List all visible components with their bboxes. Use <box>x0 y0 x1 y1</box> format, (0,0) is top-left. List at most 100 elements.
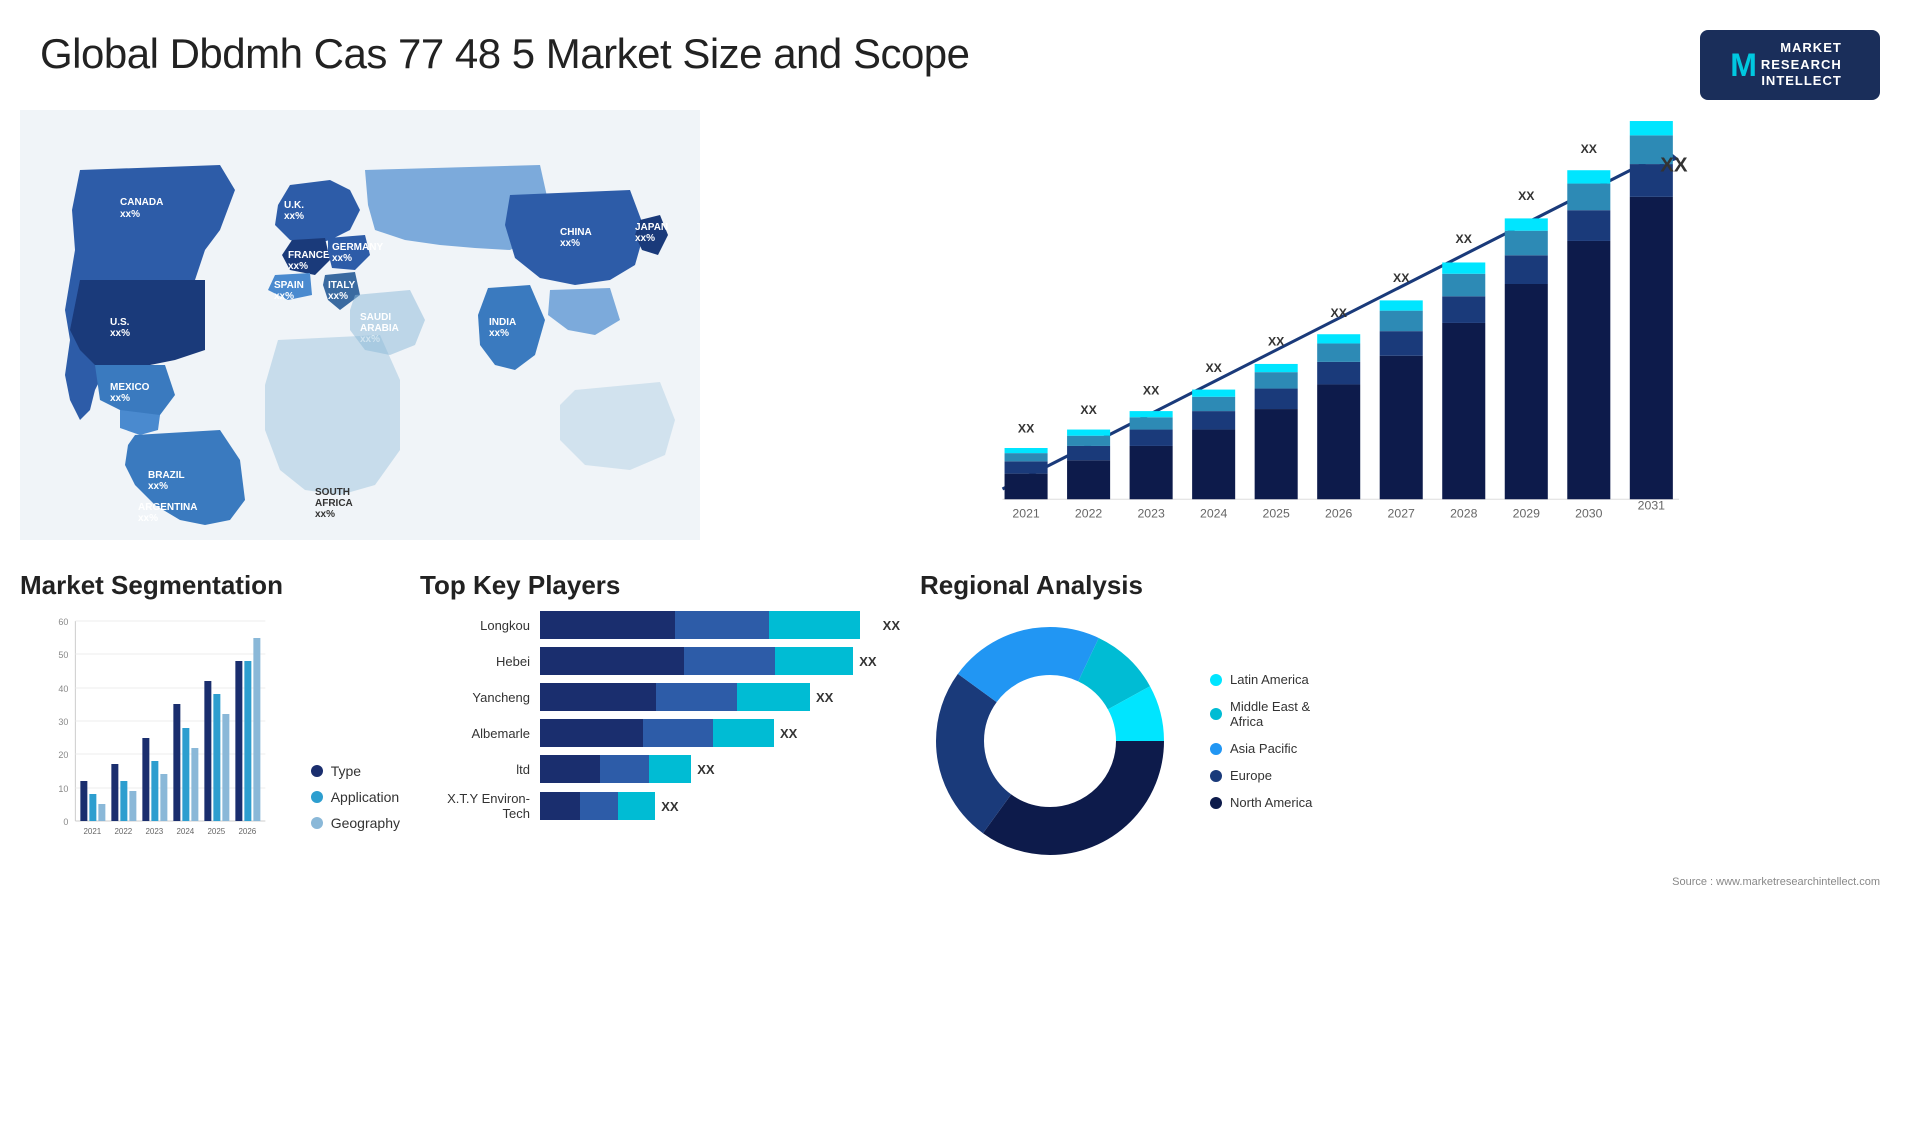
regional-section: Regional Analysis <box>920 570 1900 888</box>
bar-seg1 <box>540 647 684 675</box>
y-label-50: 50 <box>58 650 68 660</box>
donut-center <box>985 676 1115 806</box>
year-2021: 2021 <box>1012 507 1039 521</box>
player-bar-albemarle: XX <box>540 719 900 747</box>
bar-seg2 <box>675 611 769 639</box>
logo-box: M MARKET RESEARCH INTELLECT <box>1700 30 1880 100</box>
growth-chart-svg: XX 2021 XX 2022 XX 2023 XX 2024 <box>740 120 1880 530</box>
bar-seg3 <box>618 792 655 820</box>
player-bar-longkou: XX <box>540 611 900 639</box>
player-value-hebei: XX <box>859 654 876 669</box>
growth-chart-section: XX 2021 XX 2022 XX 2023 XX 2024 <box>720 110 1900 540</box>
france-value: xx% <box>288 261 308 272</box>
bar-label-2029: XX <box>1518 189 1535 203</box>
germany-label: GERMANY <box>332 242 383 253</box>
brazil-label: BRAZIL <box>148 470 185 481</box>
player-bar-ltd: XX <box>540 755 900 783</box>
bar-label-2024: XX <box>1205 361 1222 375</box>
world-map-svg: CANADA xx% U.S. xx% MEXICO xx% BRAZIL xx… <box>20 110 700 540</box>
bar-label-2027: XX <box>1393 271 1410 285</box>
donut-chart-container <box>920 611 1180 871</box>
bar-label-2031: XX <box>1660 153 1688 176</box>
southafrica-label: SOUTH <box>315 487 350 498</box>
bar-seg1 <box>540 683 656 711</box>
player-value-albemarle: XX <box>780 726 797 741</box>
header: Global Dbdmh Cas 77 48 5 Market Size and… <box>0 0 1920 110</box>
x-label-2025: 2025 <box>207 827 225 836</box>
southafrica-label2: AFRICA <box>315 498 353 509</box>
y-label-10: 10 <box>58 784 68 794</box>
map-section: CANADA xx% U.S. xx% MEXICO xx% BRAZIL xx… <box>20 110 700 540</box>
player-row-longkou: Longkou XX <box>420 611 900 639</box>
bar-geo-2026 <box>253 638 260 821</box>
bar-app-2024 <box>182 728 189 821</box>
players-chart: Longkou XX Hebei <box>420 611 900 821</box>
bar-label-2025: XX <box>1268 335 1285 349</box>
italy-value: xx% <box>328 291 348 302</box>
year-2026: 2026 <box>1325 507 1352 521</box>
bar-seg2 <box>643 719 713 747</box>
legend-app-label: Application <box>331 789 400 805</box>
legend-geography: Geography <box>311 815 400 831</box>
y-label-60: 60 <box>58 617 68 627</box>
player-name-yancheng: Yancheng <box>420 690 530 705</box>
reg-dot-latin <box>1210 674 1222 686</box>
bar-seg1 <box>540 611 675 639</box>
bar-seg2 <box>684 647 775 675</box>
segmentation-section: Market Segmentation 60 50 40 30 <box>20 570 400 888</box>
reg-legend-north-america: North America <box>1210 795 1312 810</box>
seg-chart: 60 50 40 30 20 10 0 2021 2022 202 <box>20 611 291 861</box>
italy-label: ITALY <box>328 280 356 291</box>
bar-seg1 <box>540 719 643 747</box>
reg-label-europe: Europe <box>1230 768 1272 783</box>
legend-app-dot <box>311 791 323 803</box>
year-2029: 2029 <box>1513 507 1540 521</box>
bar-label-2030: XX <box>1581 142 1598 156</box>
uk-label: U.K. <box>284 200 304 211</box>
player-row-albemarle: Albemarle XX <box>420 719 900 747</box>
player-row-xty: X.T.Y Environ-Tech XX <box>420 791 900 821</box>
legend-application: Application <box>311 789 400 805</box>
bar-geo-2023 <box>160 774 167 821</box>
germany-value: xx% <box>332 253 352 264</box>
year-2030: 2030 <box>1575 507 1602 521</box>
bar-geo-2025 <box>222 714 229 821</box>
bar-geo-2021 <box>98 804 105 821</box>
bar-seg3 <box>769 611 860 639</box>
seg-chart-svg: 60 50 40 30 20 10 0 2021 2022 202 <box>20 611 291 861</box>
bar-seg2 <box>600 755 648 783</box>
seg-chart-container: 60 50 40 30 20 10 0 2021 2022 202 <box>20 611 400 861</box>
bar-app-2023 <box>151 761 158 821</box>
uk-value: xx% <box>284 211 304 222</box>
x-label-2026: 2026 <box>238 827 256 836</box>
logo-letter: M <box>1730 47 1757 84</box>
saudi-label: SAUDI <box>360 312 391 323</box>
canada-value: xx% <box>120 209 140 220</box>
player-value-longkou: XX <box>883 618 900 633</box>
bar-label-2023: XX <box>1143 384 1160 398</box>
reg-legend-europe: Europe <box>1210 768 1312 783</box>
bar-seg2 <box>656 683 737 711</box>
bar-app-2026 <box>244 661 251 821</box>
bar-label-2022: XX <box>1080 403 1097 417</box>
bar-seg3 <box>737 683 810 711</box>
donut-svg <box>920 611 1180 871</box>
mexico-value: xx% <box>110 393 130 404</box>
bar-app-2025 <box>213 694 220 821</box>
regional-legend: Latin America Middle East &Africa Asia P… <box>1210 672 1312 810</box>
seg-legend: Type Application Geography <box>311 763 400 861</box>
year-2022: 2022 <box>1075 507 1102 521</box>
player-name-xty: X.T.Y Environ-Tech <box>420 791 530 821</box>
y-label-20: 20 <box>58 750 68 760</box>
logo-text: MARKET RESEARCH INTELLECT <box>1761 40 1850 91</box>
bottom-content: Market Segmentation 60 50 40 30 <box>0 550 1920 888</box>
players-section: Top Key Players Longkou XX Hebei <box>420 570 900 888</box>
japan-label: JAPAN <box>635 222 668 233</box>
bar-geo-2024 <box>191 748 198 821</box>
bar-type-2024 <box>173 704 180 821</box>
reg-label-mea: Middle East &Africa <box>1230 699 1310 729</box>
x-label-2024: 2024 <box>176 827 194 836</box>
bar-seg1 <box>540 792 580 820</box>
year-2023: 2023 <box>1137 507 1164 521</box>
bar-seg3 <box>713 719 774 747</box>
